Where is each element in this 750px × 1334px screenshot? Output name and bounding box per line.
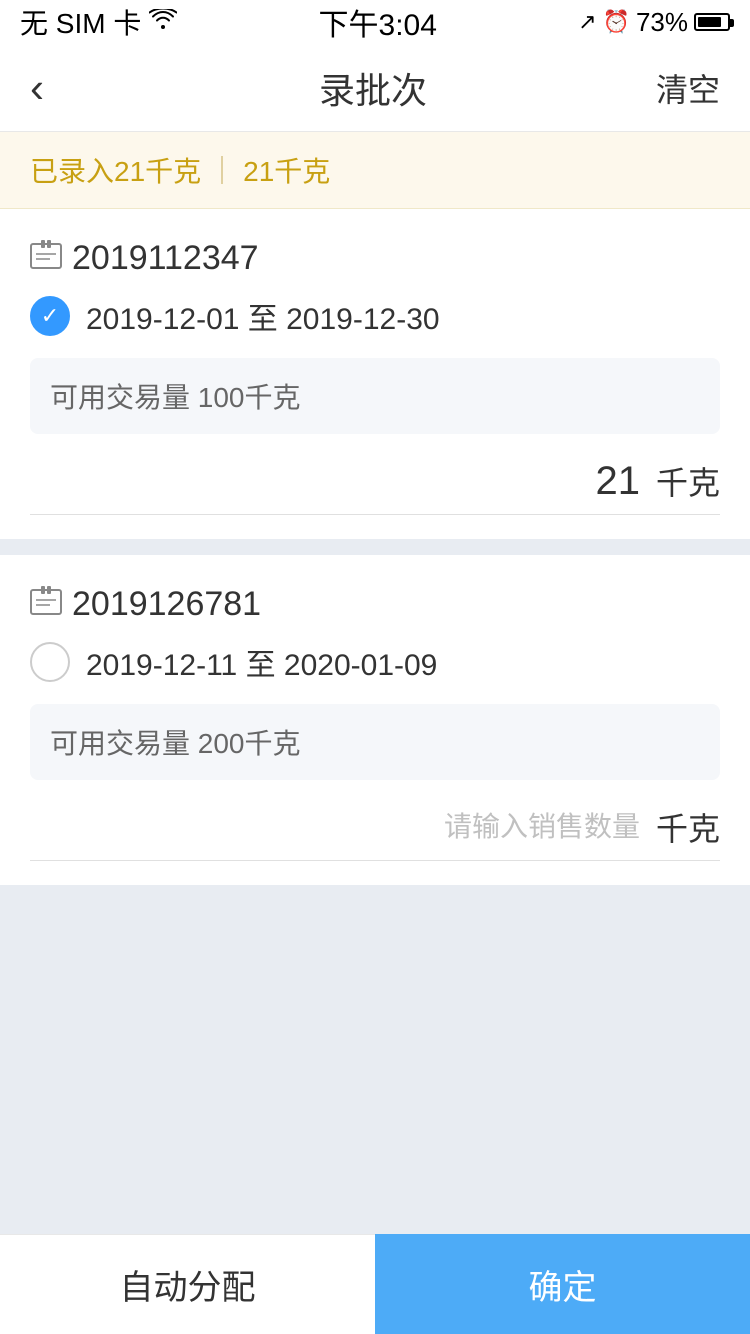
bottom-bar: 自动分配 确定 (0, 1234, 750, 1334)
batch-id-row-2: 2019126781 (30, 585, 720, 624)
qty-input-row-2: 千克 (30, 804, 720, 861)
batch-icon-1 (30, 240, 62, 278)
status-left: 无 SIM 卡 (20, 2, 177, 42)
radio-btn-1[interactable]: ✓ (30, 296, 70, 336)
radio-btn-2[interactable] (30, 642, 70, 682)
clear-button[interactable]: 清空 (656, 65, 720, 111)
confirm-button[interactable]: 确定 (375, 1234, 750, 1334)
qty-input-row-1: 千克 (30, 458, 720, 515)
info-banner: 已录入21千克 21千克 (0, 132, 750, 209)
recorded-label: 已录入21千克 (30, 150, 201, 190)
info-amount: 21千克 (243, 150, 330, 190)
batch-date-row-2[interactable]: 2019-12-11 至 2020-01-09 (30, 640, 720, 684)
status-time: 下午3:04 (319, 0, 437, 44)
battery-percent: 73% (636, 7, 688, 38)
check-icon-1: ✓ (41, 303, 59, 329)
batch-date-2: 2019-12-11 至 2020-01-09 (86, 640, 437, 684)
nav-bar: ‹ 录批次 清空 (0, 44, 750, 132)
qty-unit-2: 千克 (656, 804, 720, 850)
wifi-icon (149, 9, 177, 35)
qty-input-2[interactable] (280, 811, 640, 843)
batch-item-2: 2019126781 2019-12-11 至 2020-01-09 可用交易量… (0, 555, 750, 885)
back-button[interactable]: ‹ (30, 64, 90, 112)
qty-input-1[interactable] (480, 459, 640, 504)
info-divider (221, 156, 223, 184)
auto-distribute-button[interactable]: 自动分配 (0, 1234, 375, 1334)
batch-id-2: 2019126781 (72, 585, 261, 624)
batch-date-row-1[interactable]: ✓ 2019-12-01 至 2019-12-30 (30, 294, 720, 338)
alarm-icon: ⏰ (603, 9, 630, 35)
batch-available-2: 可用交易量 200千克 (30, 704, 720, 780)
qty-unit-1: 千克 (656, 458, 720, 504)
no-sim-text: 无 SIM 卡 (20, 2, 141, 42)
battery-icon (694, 13, 730, 31)
batch-id-row-1: 2019112347 (30, 239, 720, 278)
batch-item-1: 2019112347 ✓ 2019-12-01 至 2019-12-30 可用交… (0, 209, 750, 539)
status-bar: 无 SIM 卡 下午3:04 ↗ ⏰ 73% (0, 0, 750, 44)
batch-date-1: 2019-12-01 至 2019-12-30 (86, 294, 440, 338)
page-title: 录批次 (319, 62, 427, 114)
location-icon: ↗ (578, 9, 596, 35)
batch-icon-2 (30, 586, 62, 624)
batch-id-1: 2019112347 (72, 239, 259, 278)
batch-available-1: 可用交易量 100千克 (30, 358, 720, 434)
status-right: ↗ ⏰ 73% (578, 7, 730, 38)
batch-divider (0, 539, 750, 555)
